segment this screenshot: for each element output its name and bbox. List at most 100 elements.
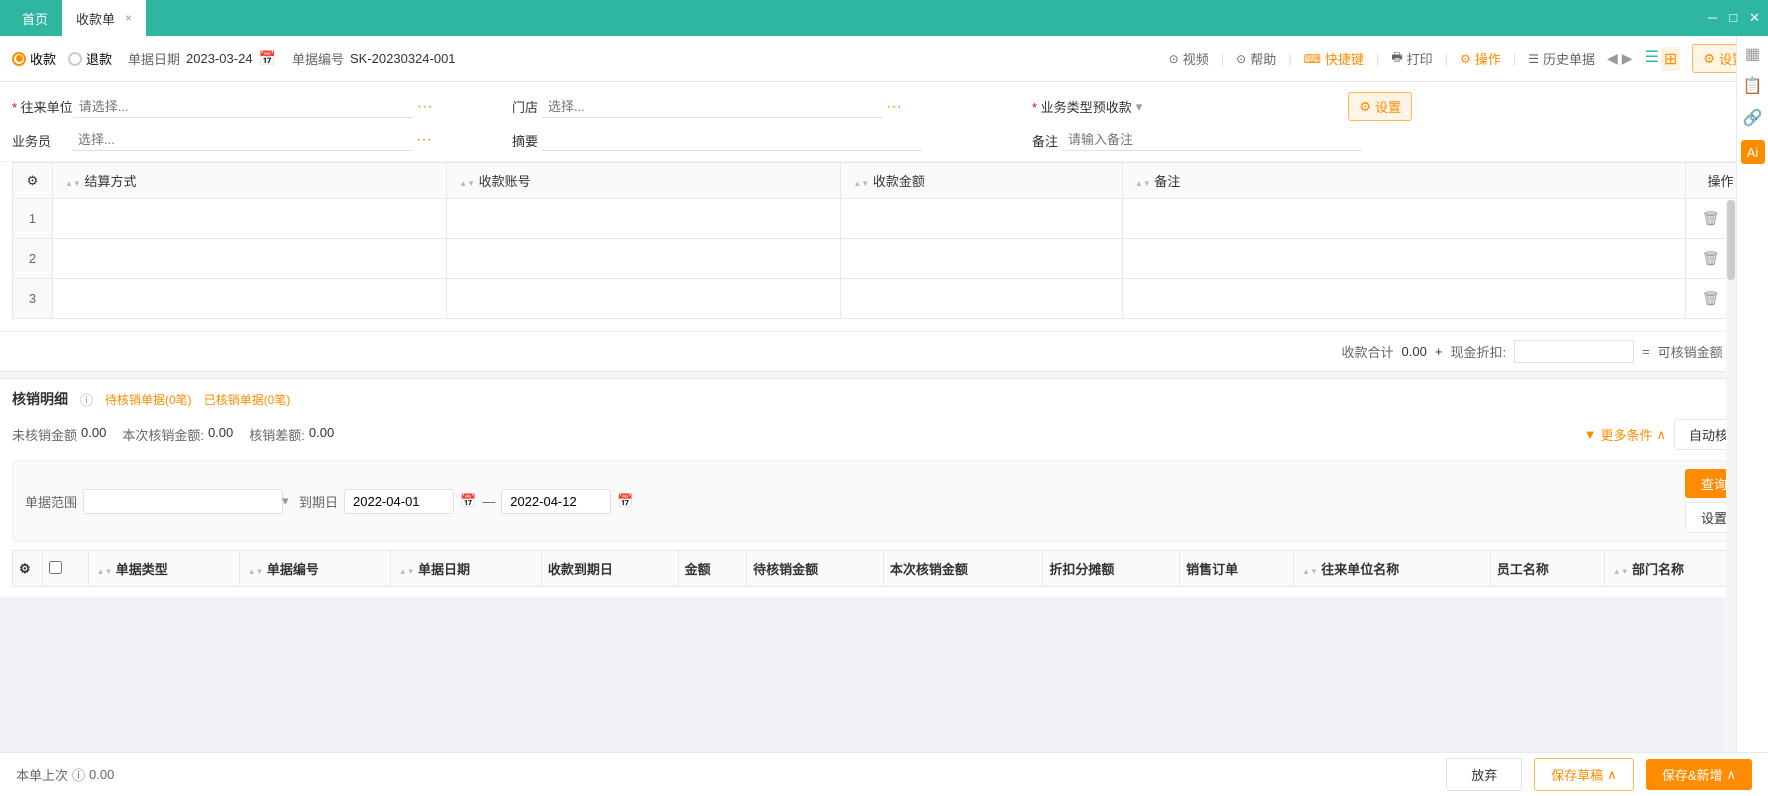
doc-type-header: ▲▼ 单据类型: [88, 551, 239, 587]
abandon-button[interactable]: 放弃: [1446, 758, 1522, 791]
scrollbar-area[interactable]: [1726, 200, 1736, 752]
print-btn[interactable]: 🖶 打印: [1391, 48, 1432, 69]
minimize-btn[interactable]: ─: [1708, 10, 1717, 26]
remark-column-header: ▲▼ 备注: [1122, 163, 1685, 199]
scrollbar-thumb[interactable]: [1727, 200, 1735, 280]
nav-arrows: ◀ ▶: [1607, 50, 1633, 67]
row-3-settlement[interactable]: [53, 279, 447, 319]
save-new-button[interactable]: 保存&新增 ∧: [1646, 759, 1752, 790]
row-3-amount[interactable]: [841, 279, 1123, 319]
tab-receipt[interactable]: 收款单 ×: [62, 0, 146, 36]
account-label: 收款账号: [479, 174, 531, 189]
store-more-icon[interactable]: ···: [886, 99, 902, 115]
store-input[interactable]: [542, 96, 882, 118]
page-footer: 本单上次 ⓘ 0.00 放弃 保存草稿 ∧ 保存&新增 ∧: [0, 752, 1768, 796]
pending-tab[interactable]: 待核销单据(0笔): [105, 391, 192, 408]
next-arrow[interactable]: ▶: [1622, 50, 1633, 67]
doc-date-sort[interactable]: ▲▼: [399, 568, 415, 576]
settlement-column-header: ▲▼ 结算方式: [53, 163, 447, 199]
staff-input[interactable]: [72, 129, 412, 151]
operation-btn[interactable]: ⚙ 操作: [1460, 49, 1501, 68]
sidebar-ai-button[interactable]: Ai: [1741, 140, 1765, 164]
tab-home[interactable]: 首页: [8, 0, 62, 36]
counterpart-name-header: ▲▼ 往来单位名称: [1294, 551, 1491, 587]
gear-column-header[interactable]: ⚙: [13, 163, 53, 199]
maximize-btn[interactable]: □: [1729, 10, 1737, 26]
remark-input[interactable]: [1062, 129, 1362, 151]
counterpart-input[interactable]: [73, 96, 413, 118]
row-2-remark[interactable]: [1122, 239, 1685, 279]
business-type-label: 业务类型: [1032, 97, 1093, 116]
gear-bottom-icon[interactable]: ⚙: [19, 561, 31, 576]
counterpart-more-icon[interactable]: ···: [417, 99, 433, 115]
current-verify-header: 本次核销金额: [883, 551, 1043, 587]
counterpart-name-label: 往来单位名称: [1321, 562, 1399, 577]
select-all-checkbox[interactable]: [49, 561, 62, 574]
more-conditions-btn[interactable]: ▼ 更多条件 ∧: [1584, 425, 1666, 444]
close-btn[interactable]: ✕: [1749, 10, 1760, 26]
prev-info-icon[interactable]: ⓘ: [72, 765, 85, 784]
remark-sort[interactable]: ▲▼: [1135, 180, 1151, 188]
row-2-account[interactable]: [447, 239, 841, 279]
tab-bar: 首页 收款单 × ─ □ ✕: [0, 0, 1768, 36]
row-2-settlement[interactable]: [53, 239, 447, 279]
settlement-sort[interactable]: ▲▼: [65, 180, 81, 188]
diff-label: 核销差额:: [249, 425, 305, 444]
calendar-icon[interactable]: 📅: [259, 50, 276, 67]
radio-receipt[interactable]: 收款: [12, 49, 56, 68]
summary-input[interactable]: [542, 129, 922, 151]
filter-icon: ▼: [1584, 427, 1597, 442]
help-btn[interactable]: ⊙ 帮助: [1236, 49, 1276, 68]
row-2-delete-icon[interactable]: 🗑: [1702, 250, 1720, 266]
row-1-settlement[interactable]: [53, 199, 447, 239]
history-btn[interactable]: ☰ 历史单据: [1528, 49, 1595, 68]
row-1-amount[interactable]: [841, 199, 1123, 239]
sidebar-link-icon[interactable]: 🔗: [1743, 108, 1763, 128]
discount-input[interactable]: [1514, 340, 1634, 363]
row-2-amount[interactable]: [841, 239, 1123, 279]
row-1-account[interactable]: [447, 199, 841, 239]
prev-arrow[interactable]: ◀: [1607, 50, 1618, 67]
table-row: 1 🗑 ⧉: [13, 199, 1756, 239]
doc-no-sort[interactable]: ▲▼: [248, 568, 264, 576]
main-content: 收款 退款 单据日期 2023-03-24 📅 单据编号 SK-20230324…: [0, 36, 1768, 597]
verify-info-icon[interactable]: ⓘ: [80, 390, 93, 409]
row-1-delete-icon[interactable]: 🗑: [1702, 210, 1720, 226]
staff-more-icon[interactable]: ···: [416, 132, 432, 148]
grid-view-icon[interactable]: ⊞: [1661, 47, 1680, 71]
radio-refund[interactable]: 退款: [68, 49, 112, 68]
dept-name-sort[interactable]: ▲▼: [1613, 568, 1629, 576]
settlement-label: 结算方式: [84, 174, 136, 189]
row-3-remark[interactable]: [1122, 279, 1685, 319]
row-2-num: 2: [13, 239, 53, 279]
row-3-account[interactable]: [447, 279, 841, 319]
account-sort[interactable]: ▲▼: [459, 180, 475, 188]
section-divider: [0, 371, 1768, 379]
date-from-icon[interactable]: 📅: [460, 493, 476, 509]
row-1-remark[interactable]: [1122, 199, 1685, 239]
account-column-header: ▲▼ 收款账号: [447, 163, 841, 199]
counterpart-name-sort[interactable]: ▲▼: [1302, 568, 1318, 576]
business-type-dropdown[interactable]: ▾: [1136, 99, 1143, 115]
sidebar-table-icon[interactable]: ▦: [1745, 44, 1760, 64]
sidebar-doc-icon[interactable]: 📋: [1743, 76, 1763, 96]
doc-range-dropdown-icon[interactable]: ▾: [276, 493, 295, 509]
save-draft-button[interactable]: 保存草稿 ∧: [1534, 758, 1634, 791]
date-to-icon[interactable]: 📅: [617, 493, 633, 509]
list-view-icon[interactable]: ☰: [1645, 47, 1659, 71]
amount-sort[interactable]: ▲▼: [853, 180, 869, 188]
done-tab[interactable]: 已核销单据(0笔): [204, 391, 291, 408]
doc-range-input[interactable]: [84, 490, 276, 513]
form-settings-button[interactable]: ⚙ 设置: [1348, 92, 1412, 121]
shortcut-btn[interactable]: ⌨ 快捷键: [1304, 49, 1364, 68]
date-from-input[interactable]: [344, 489, 454, 514]
video-btn[interactable]: ⊙ 视频: [1169, 49, 1209, 68]
receipt-refund-radio: 收款 退款: [12, 49, 112, 68]
discount-label: 折扣分摊额: [1049, 562, 1114, 577]
tab-close-icon[interactable]: ×: [125, 11, 132, 25]
doc-type-sort[interactable]: ▲▼: [97, 568, 113, 576]
table-gear-icon[interactable]: ⚙: [27, 173, 39, 188]
date-to-input[interactable]: [501, 489, 611, 514]
bottom-table: ⚙ ▲▼ 单据类型 ▲▼ 单据编号 ▲▼ 单据日期: [12, 550, 1756, 587]
row-3-delete-icon[interactable]: 🗑: [1702, 290, 1720, 306]
